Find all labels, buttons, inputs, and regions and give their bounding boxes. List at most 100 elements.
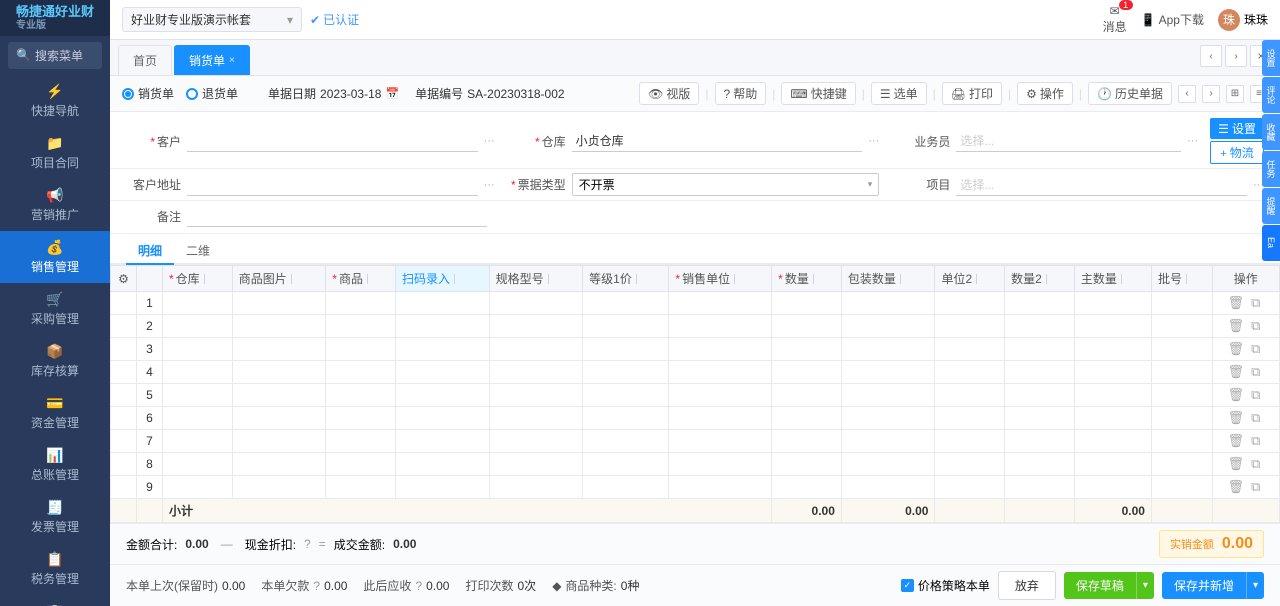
col-sales-unit[interactable]: * 销售单位 (669, 266, 772, 292)
col-divider10[interactable] (976, 274, 977, 284)
row-price1-1[interactable] (583, 292, 669, 315)
row-pack-qty-2[interactable] (841, 315, 935, 338)
save-new-button[interactable]: 保存并新增 (1162, 572, 1246, 599)
sidebar-item-funds[interactable]: 💳 资金管理 (0, 387, 110, 439)
copy-icon[interactable]: ⧉ (1248, 410, 1264, 426)
customer-input[interactable] (187, 130, 478, 152)
copy-icon[interactable]: ⧉ (1248, 387, 1264, 403)
addr-lookup-icon[interactable]: ··· (484, 179, 495, 191)
shortcut-button[interactable]: ⌨快捷键 (781, 82, 855, 105)
right-panel-btn-5[interactable]: 提醒 (1262, 188, 1280, 224)
col-main-qty[interactable]: 主数量 (1074, 266, 1151, 292)
tab-close-icon[interactable]: × (229, 55, 235, 66)
row-pack-qty-3[interactable] (841, 338, 935, 361)
price-policy-checkbox[interactable]: ✓ 价格策略本单 (901, 577, 990, 594)
row-qty2-1[interactable] (1005, 292, 1075, 315)
debt-help-icon[interactable]: ? (313, 579, 320, 593)
customer-addr-input[interactable] (187, 174, 478, 196)
row-batch-2[interactable] (1151, 315, 1212, 338)
row-warehouse-1[interactable] (163, 292, 233, 315)
right-panel-btn-2[interactable]: 评论 (1262, 77, 1280, 113)
salesperson-lookup-icon[interactable]: ··· (1187, 135, 1198, 147)
right-panel-btn-1[interactable]: 设置 (1262, 40, 1280, 76)
save-draft-arrow-button[interactable]: ▾ (1136, 572, 1154, 599)
row-qty2-3[interactable] (1005, 338, 1075, 361)
col-qty2[interactable]: 数量2 (1005, 266, 1075, 292)
tab-home[interactable]: 首页 (118, 45, 172, 75)
logistics-button[interactable]: + 物流 (1210, 141, 1264, 164)
col-divider12[interactable] (1121, 274, 1122, 284)
settings-button[interactable]: ☰ 设置 (1210, 118, 1264, 139)
bill-date-value[interactable]: 2023-03-18 (320, 87, 381, 101)
row-main-qty-2[interactable] (1074, 315, 1151, 338)
copy-icon[interactable]: ⧉ (1248, 456, 1264, 472)
row-batch-1[interactable] (1151, 292, 1212, 315)
row-pack-qty-1[interactable] (841, 292, 935, 315)
history-button[interactable]: 🕐历史单据 (1088, 82, 1172, 105)
sidebar-item-purchase[interactable]: 🛒 采购管理 (0, 283, 110, 335)
note-input[interactable] (187, 205, 487, 227)
row-product-2[interactable] (326, 315, 396, 338)
warehouse-input[interactable]: 小贞仓库 (572, 130, 863, 152)
row-unit2-3[interactable] (935, 338, 1005, 361)
copy-icon[interactable]: ⧉ (1248, 364, 1264, 380)
col-pack-qty[interactable]: 包装数量 (841, 266, 935, 292)
user-menu[interactable]: 珠 珠珠 (1218, 9, 1268, 31)
col-spec[interactable]: 规格型号 (489, 266, 583, 292)
tab-next-button[interactable]: › (1225, 45, 1247, 67)
warehouse-lookup-icon[interactable]: ··· (868, 135, 879, 147)
search-button[interactable]: 🔍 搜索菜单 (8, 42, 102, 69)
operations-button[interactable]: ⚙操作 (1017, 82, 1073, 105)
right-panel-btn-3[interactable]: 收藏 (1262, 114, 1280, 150)
app-download-button[interactable]: 📱 App下载 (1141, 11, 1204, 28)
form-next-button[interactable]: › (1202, 85, 1220, 103)
tab-detail[interactable]: 明细 (126, 238, 174, 265)
sidebar-item-invoice[interactable]: 🧾 发票管理 (0, 491, 110, 543)
print-button[interactable]: 🖨打印 (942, 82, 1002, 105)
right-panel-btn-4[interactable]: 任务 (1262, 151, 1280, 187)
row-qty-2[interactable] (772, 315, 842, 338)
col-divider3[interactable] (367, 274, 368, 284)
row-unit2-1[interactable] (935, 292, 1005, 315)
row-batch-import-1[interactable] (396, 292, 490, 315)
message-button[interactable]: ✉ 1 消息 (1103, 4, 1127, 35)
calendar-icon[interactable]: 📅 (385, 87, 399, 100)
row-copy-icon-1[interactable]: ⧉ (1248, 295, 1264, 311)
row-copy-icon-3[interactable]: ⧉ (1248, 341, 1264, 357)
del-icon[interactable]: 🗑 (1228, 456, 1244, 472)
col-unit2[interactable]: 单位2 (935, 266, 1005, 292)
col-divider11[interactable] (1046, 274, 1047, 284)
form-prev-button[interactable]: ‹ (1178, 85, 1196, 103)
sidebar-item-marketing[interactable]: 📢 营销推广 (0, 179, 110, 231)
row-price1-3[interactable] (583, 338, 669, 361)
copy-icon[interactable]: ⧉ (1248, 433, 1264, 449)
tab-sales-order[interactable]: 销货单 × (174, 45, 250, 75)
row-sales-unit-2[interactable] (669, 315, 772, 338)
row-spec-1[interactable] (489, 292, 583, 315)
col-divider8[interactable] (813, 274, 814, 284)
row-product-3[interactable] (326, 338, 396, 361)
project-input[interactable]: 选择... (956, 174, 1247, 196)
salesperson-input[interactable]: 选择... (956, 130, 1181, 152)
radio-return-order[interactable]: 退货单 (186, 85, 238, 102)
del-icon[interactable]: 🗑 (1228, 364, 1244, 380)
row-sales-unit-1[interactable] (669, 292, 772, 315)
col-divider[interactable] (204, 274, 205, 284)
copy-icon[interactable]: ⧉ (1248, 479, 1264, 495)
col-price1[interactable]: 等级1价 (583, 266, 669, 292)
future-help-icon[interactable]: ? (415, 579, 422, 593)
row-qty2-2[interactable] (1005, 315, 1075, 338)
row-qty-1[interactable] (772, 292, 842, 315)
abandon-button[interactable]: 放弃 (998, 571, 1056, 600)
row-main-qty-1[interactable] (1074, 292, 1151, 315)
right-panel-btn-active[interactable]: Ea (1262, 225, 1280, 261)
row-unit2-2[interactable] (935, 315, 1005, 338)
row-warehouse-2[interactable] (163, 315, 233, 338)
col-qty[interactable]: * 数量 (772, 266, 842, 292)
del-icon[interactable]: 🗑 (1228, 433, 1244, 449)
tab-2d[interactable]: 二维 (174, 238, 222, 265)
col-batch-import[interactable]: 扫码录入 (396, 266, 490, 292)
del-icon[interactable]: 🗑 (1228, 410, 1244, 426)
row-qty-3[interactable] (772, 338, 842, 361)
row-spec-3[interactable] (489, 338, 583, 361)
